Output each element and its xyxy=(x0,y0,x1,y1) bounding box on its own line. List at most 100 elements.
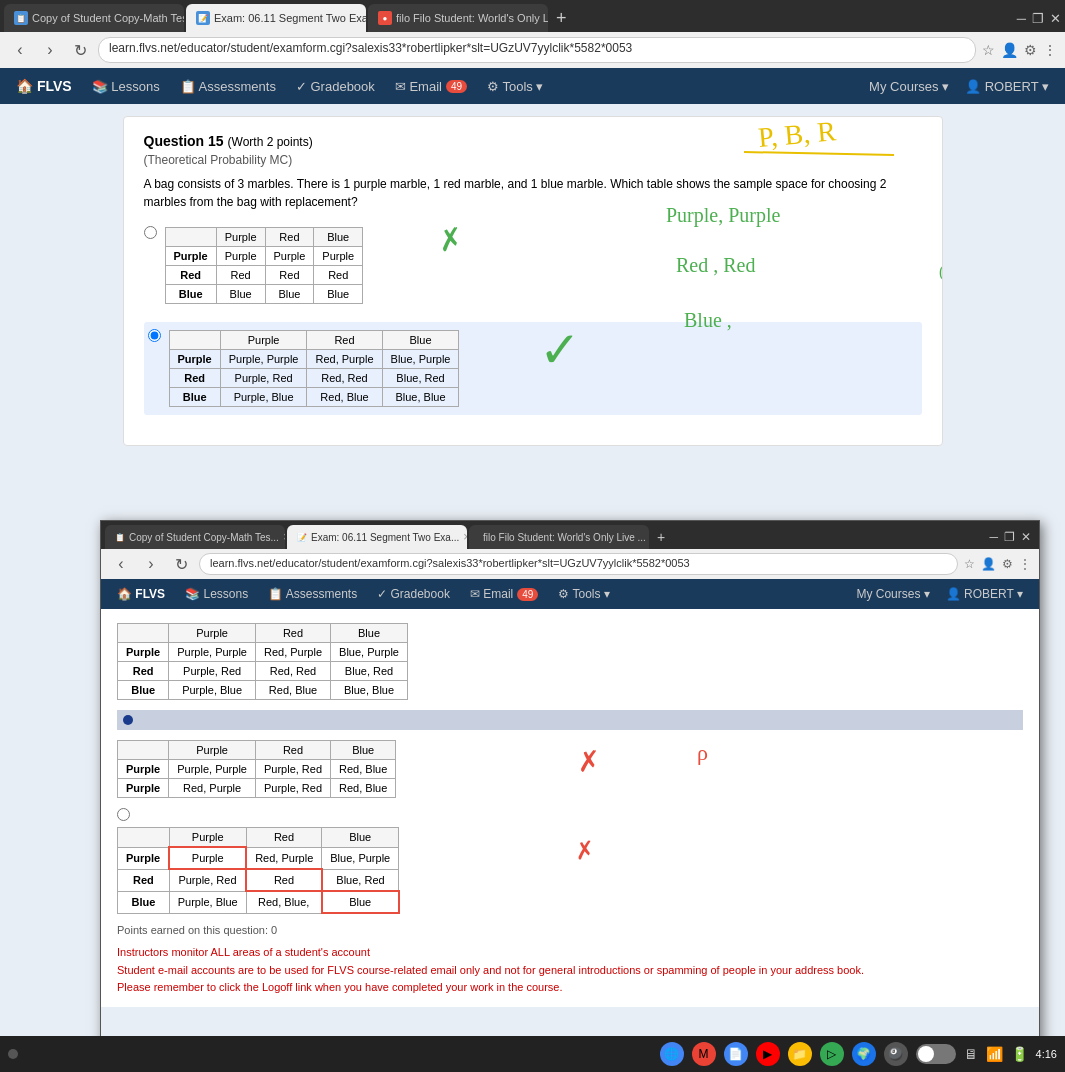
bottom-table-option-4: Purple Red Blue Purple Purple Red, Purpl… xyxy=(117,827,400,914)
youtube-icon[interactable]: ▶ xyxy=(756,1042,780,1066)
bookmark-star-icon[interactable]: ☆ xyxy=(982,42,995,58)
extensions-icon[interactable]: ⚙ xyxy=(1024,42,1037,58)
minimize-icon[interactable]: ─ xyxy=(1017,11,1026,26)
bottom-tab-close-2[interactable]: × xyxy=(463,530,467,544)
cell-rb-2: Blue, Red xyxy=(382,369,459,388)
bottom-tab-3[interactable]: filo Filo Student: World's Only Live ...… xyxy=(469,525,649,549)
bottom-cell-3b-pb: Red, Blue xyxy=(331,779,396,798)
bottom-tab-1[interactable]: 📋 Copy of Student Copy-Math Tes... × xyxy=(105,525,285,549)
bottom-restore-icon[interactable]: ❐ xyxy=(1004,530,1015,544)
cell-rr-1: Red xyxy=(265,266,314,285)
browser-window-top: 📋 Copy of Student Copy-Math Tes... × 📝 E… xyxy=(0,0,1065,104)
cell-br-1: Blue xyxy=(265,285,314,304)
cell-bp-2: Purple, Blue xyxy=(220,388,307,407)
nav-robert[interactable]: 👤 ROBERT ▾ xyxy=(965,79,1049,94)
bottom-minimize-icon[interactable]: ─ xyxy=(989,530,998,544)
annotation-p-opt3: ρ xyxy=(697,740,708,766)
bottom-option4-radio-section[interactable] xyxy=(117,808,1023,821)
cell-rp-2: Purple, Red xyxy=(220,369,307,388)
svg-text:(P, P)(R,P)(B,P): (P, P)(R,P)(B,P) xyxy=(939,263,942,281)
row-purple-1: Purple xyxy=(165,247,216,266)
bottom-cell-3a-pb: Red, Blue xyxy=(331,760,396,779)
bottom-nav-my-courses[interactable]: My Courses ▾ xyxy=(856,587,929,601)
restore-icon[interactable]: ❐ xyxy=(1032,11,1044,26)
bottom-url-input[interactable]: learn.flvs.net/educator/student/examform… xyxy=(199,553,958,575)
cell-pp-2: Purple, Purple xyxy=(220,350,307,369)
battery-icon[interactable]: 🔋 xyxy=(1011,1046,1028,1062)
toggle-switch[interactable] xyxy=(916,1044,956,1064)
answer-option-1[interactable]: Purple Red Blue Purple Purple Purple Pur… xyxy=(144,223,922,308)
flvs-navbar: 🏠 FLVS 📚 Lessons 📋 Assessments ✓ Gradebo… xyxy=(0,68,1065,104)
bottom-profile-icon[interactable]: 👤 xyxy=(981,557,996,571)
flvs-logo[interactable]: 🏠 FLVS xyxy=(16,78,72,94)
bottom-col-blue-2: Blue xyxy=(331,624,408,643)
taskbar: 🌐 M 📄 ▶ 📁 ▷ 🌍 🎱 🖥 📶 🔋 4:16 xyxy=(0,1036,1065,1072)
bottom-col-purple-2: Purple xyxy=(169,624,256,643)
menu-icon[interactable]: ⋮ xyxy=(1043,42,1057,58)
radio-option-2[interactable] xyxy=(148,329,161,342)
radio-option-1[interactable] xyxy=(144,226,157,239)
earth-icon[interactable]: 🌍 xyxy=(852,1042,876,1066)
question-type: (Theoretical Probability MC) xyxy=(144,153,922,167)
nav-tools[interactable]: ⚙ Tools ▾ xyxy=(487,79,543,94)
bottom-email-badge: 49 xyxy=(517,588,538,601)
bottom-nav-assessments[interactable]: 📋 Assessments xyxy=(268,587,357,601)
bottom-nav-robert[interactable]: 👤 ROBERT ▾ xyxy=(946,587,1023,601)
tab-filo[interactable]: ● filo Filo Student: World's Only Li... … xyxy=(368,4,548,32)
bottom-back-button[interactable]: ‹ xyxy=(109,555,133,573)
tab-copy-math[interactable]: 📋 Copy of Student Copy-Math Tes... × xyxy=(4,4,184,32)
bottom-menu-icon[interactable]: ⋮ xyxy=(1019,557,1031,571)
files-icon[interactable]: 📁 xyxy=(788,1042,812,1066)
back-button[interactable]: ‹ xyxy=(8,41,32,59)
bottom-flvs-logo[interactable]: 🏠 FLVS xyxy=(117,587,165,601)
bottom-nav-gradebook[interactable]: ✓ Gradebook xyxy=(377,587,450,601)
bottom-tab-bar: 📋 Copy of Student Copy-Math Tes... × 📝 E… xyxy=(101,521,1039,549)
bottom-new-tab-button[interactable]: + xyxy=(651,529,671,545)
bottom-cell-br-4: Red, Blue, xyxy=(246,891,322,913)
col-header-blue-2: Blue xyxy=(382,331,459,350)
cell-rb-1: Red xyxy=(314,266,363,285)
annotation-x-opt3: ✗ xyxy=(576,744,602,779)
question-card: Question 15 (Worth 2 points) (Theoretica… xyxy=(123,116,943,446)
bottom-close-icon[interactable]: ✕ xyxy=(1021,530,1031,544)
monitor-icon[interactable]: 🖥 xyxy=(964,1046,978,1062)
nav-gradebook[interactable]: ✓ Gradebook xyxy=(296,79,375,94)
bottom-extensions-icon[interactable]: ⚙ xyxy=(1002,557,1013,571)
bottom-forward-button[interactable]: › xyxy=(139,555,163,573)
bottom-nav-lessons[interactable]: 📚 Lessons xyxy=(185,587,248,601)
url-input[interactable]: learn.flvs.net/educator/student/examform… xyxy=(98,37,976,63)
chromeball-icon[interactable]: 🎱 xyxy=(884,1042,908,1066)
tab-exam[interactable]: 📝 Exam: 06.11 Segment Two Exa... × xyxy=(186,4,366,32)
bottom-cell-3a-pp: Purple, Purple xyxy=(169,760,256,779)
docs-icon[interactable]: 📄 xyxy=(724,1042,748,1066)
bottom-option3-section: Purple Red Blue Purple Purple, Purple Pu… xyxy=(117,740,1023,798)
new-tab-button[interactable]: + xyxy=(550,8,573,29)
bottom-tab-close-1[interactable]: × xyxy=(283,530,285,544)
bottom-reload-button[interactable]: ↻ xyxy=(169,555,193,574)
answer-option-2[interactable]: Purple Red Blue Purple Purple, Purple Re… xyxy=(144,322,922,415)
bottom-cell-bp-2: Purple, Blue xyxy=(169,681,256,700)
bottom-tab-2[interactable]: 📝 Exam: 06.11 Segment Two Exa... × xyxy=(287,525,467,549)
chrome-icon[interactable]: 🌐 xyxy=(660,1042,684,1066)
bottom-nav-email[interactable]: ✉ Email 49 xyxy=(470,587,538,601)
bottom-nav-tools[interactable]: ⚙ Tools ▾ xyxy=(558,587,609,601)
gmail-icon[interactable]: M xyxy=(692,1042,716,1066)
bottom-cell-rr-2: Red, Red xyxy=(255,662,330,681)
bottom-cell-pr-4: Red, Purple xyxy=(246,847,322,869)
close-icon[interactable]: ✕ xyxy=(1050,11,1061,26)
bottom-row-purple-3a: Purple xyxy=(118,760,169,779)
nav-assessments[interactable]: 📋 Assessments xyxy=(180,79,276,94)
nav-my-courses[interactable]: My Courses ▾ xyxy=(869,79,949,94)
play-store-icon[interactable]: ▷ xyxy=(820,1042,844,1066)
reload-button[interactable]: ↻ xyxy=(68,41,92,60)
bottom-star-icon[interactable]: ☆ xyxy=(964,557,975,571)
wifi-icon[interactable]: 📶 xyxy=(986,1046,1003,1062)
bottom-row-purple-2: Purple xyxy=(118,643,169,662)
profile-icon[interactable]: 👤 xyxy=(1001,42,1018,58)
bottom-cell-rr-4: Red xyxy=(246,869,322,891)
nav-lessons[interactable]: 📚 Lessons xyxy=(92,79,160,94)
bottom-radio-opt4[interactable] xyxy=(117,808,130,821)
nav-email[interactable]: ✉ Email 49 xyxy=(395,79,467,94)
selected-radio-bar xyxy=(117,710,1023,730)
forward-button[interactable]: › xyxy=(38,41,62,59)
